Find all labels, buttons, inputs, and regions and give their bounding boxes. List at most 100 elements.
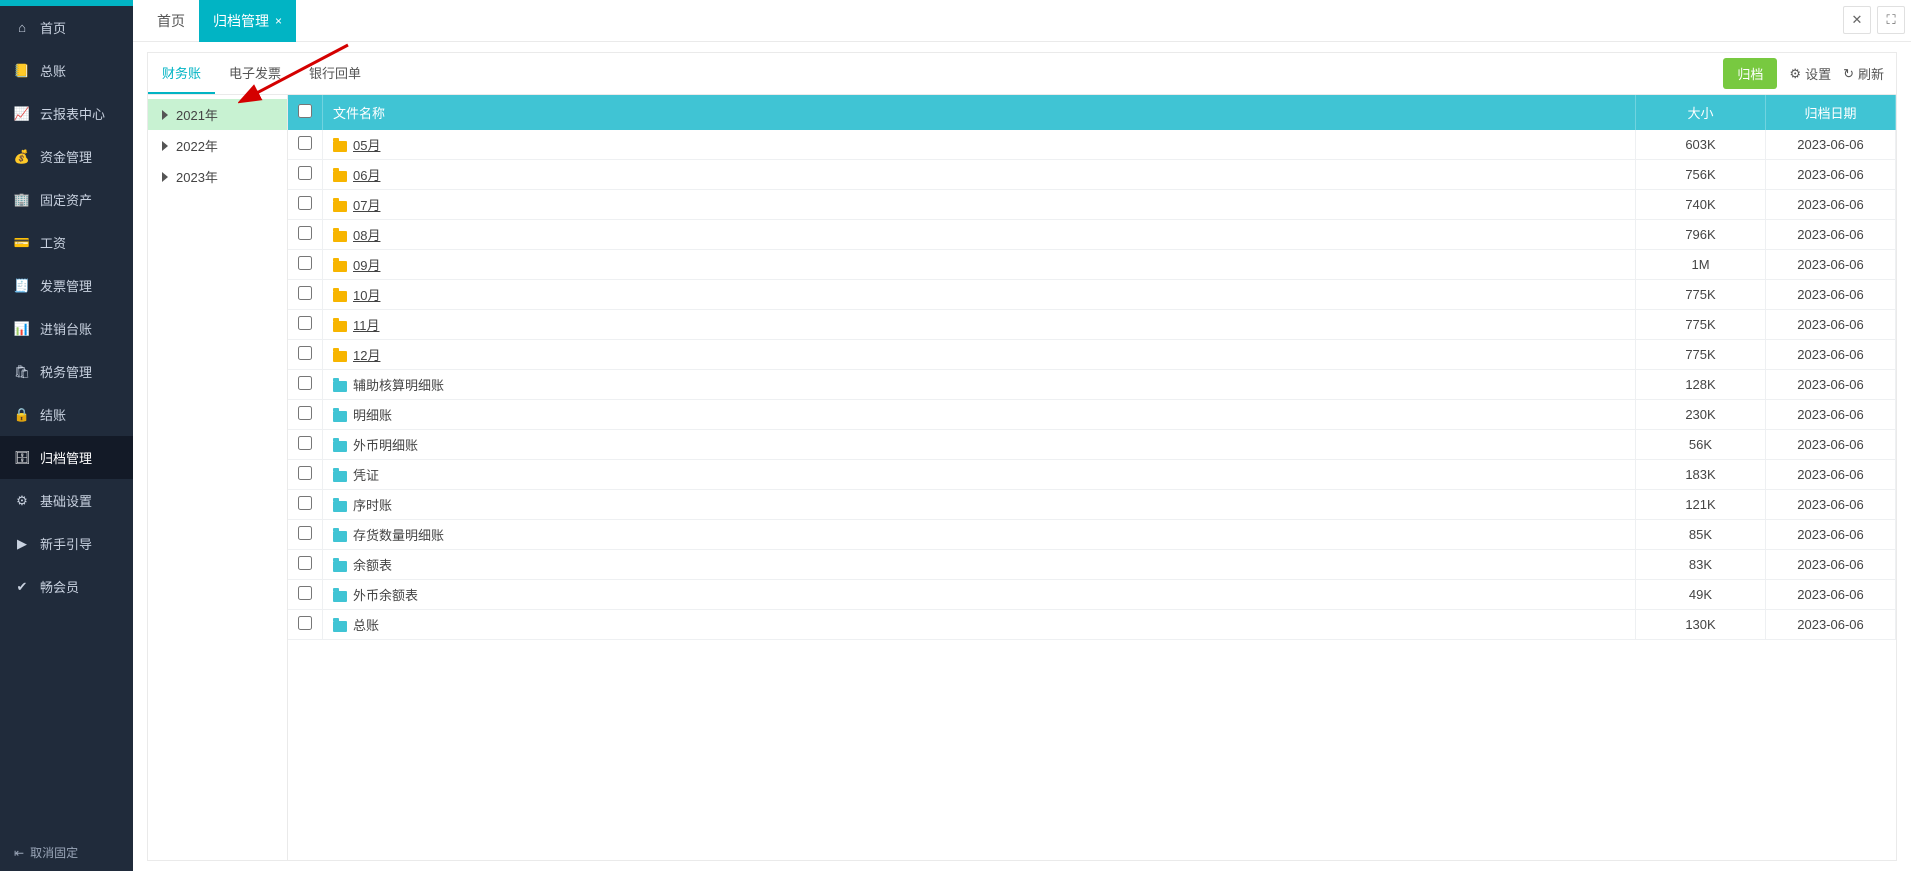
table-column: 文件名称大小归档日期05月603K2023-06-0606月756K2023-0…	[288, 95, 1896, 860]
file-table: 文件名称大小归档日期05月603K2023-06-0606月756K2023-0…	[288, 95, 1896, 640]
file-name[interactable]: 05月	[353, 138, 380, 153]
settings-link[interactable]: ⚙ 设置	[1789, 64, 1831, 83]
row-checkbox[interactable]	[298, 316, 312, 330]
file-name[interactable]: 凭证	[353, 468, 379, 483]
file-name[interactable]: 序时账	[353, 498, 392, 513]
sidebar-item-guide[interactable]: ▶新手引导	[0, 522, 133, 565]
file-name[interactable]: 06月	[353, 168, 380, 183]
sidebar-item-tax[interactable]: 🛍税务管理	[0, 350, 133, 393]
file-date: 2023-06-06	[1766, 400, 1896, 430]
row-checkbox[interactable]	[298, 346, 312, 360]
sidebar-item-label: 总账	[40, 61, 66, 80]
close-icon[interactable]: ×	[275, 14, 282, 28]
sidebar-item-inout[interactable]: 📊进销台账	[0, 307, 133, 350]
subtab[interactable]: 银行回单	[295, 53, 375, 94]
tree-item[interactable]: 2023年	[148, 161, 287, 192]
row-checkbox[interactable]	[298, 436, 312, 450]
archive-button[interactable]: 归档	[1723, 58, 1777, 89]
tree-item[interactable]: 2022年	[148, 130, 287, 161]
file-date: 2023-06-06	[1766, 310, 1896, 340]
file-size: 130K	[1636, 610, 1766, 640]
row-checkbox[interactable]	[298, 136, 312, 150]
sidebar-item-home[interactable]: ⌂首页	[0, 6, 133, 49]
folder-icon	[333, 231, 347, 242]
table-row: 10月775K2023-06-06	[288, 280, 1896, 310]
row-checkbox[interactable]	[298, 376, 312, 390]
file-size: 775K	[1636, 340, 1766, 370]
file-icon	[333, 471, 347, 482]
sidebar-pin-toggle[interactable]: ⇤ 取消固定	[0, 834, 133, 871]
file-name[interactable]: 07月	[353, 198, 380, 213]
tree-item[interactable]: 2021年	[148, 99, 287, 130]
file-size: 775K	[1636, 280, 1766, 310]
file-date: 2023-06-06	[1766, 460, 1896, 490]
file-size: 740K	[1636, 190, 1766, 220]
row-checkbox[interactable]	[298, 226, 312, 240]
sidebar-item-asset[interactable]: 🏢固定资产	[0, 178, 133, 221]
gear-icon: ⚙	[14, 493, 30, 509]
page-tab[interactable]: 首页	[143, 0, 199, 42]
folder-icon	[333, 261, 347, 272]
sidebar-item-ledger[interactable]: 📒 总账	[0, 49, 133, 92]
file-name[interactable]: 08月	[353, 228, 380, 243]
close-all-button[interactable]: ✕	[1843, 6, 1871, 34]
chart-icon: 📈	[14, 106, 30, 122]
file-name[interactable]: 明细账	[353, 408, 392, 423]
file-name[interactable]: 总账	[353, 618, 379, 633]
panel-header: 财务账电子发票银行回单 归档 ⚙ 设置 ↻ 刷新	[147, 52, 1897, 94]
row-checkbox[interactable]	[298, 586, 312, 600]
row-checkbox[interactable]	[298, 286, 312, 300]
fullscreen-button[interactable]: ⛶	[1877, 6, 1905, 34]
row-checkbox[interactable]	[298, 526, 312, 540]
sidebar-item-archive[interactable]: 🗄归档管理	[0, 436, 133, 479]
table-row: 余额表83K2023-06-06	[288, 550, 1896, 580]
archive-icon: 🗄	[14, 450, 30, 466]
member-icon: ✔	[14, 579, 30, 595]
file-name[interactable]: 09月	[353, 258, 380, 273]
file-icon	[333, 381, 347, 392]
ledger-icon: 📒	[14, 63, 30, 79]
file-name[interactable]: 10月	[353, 288, 380, 303]
sidebar-item-money[interactable]: 💰资金管理	[0, 135, 133, 178]
refresh-link[interactable]: ↻ 刷新	[1843, 64, 1884, 83]
row-checkbox[interactable]	[298, 196, 312, 210]
row-checkbox[interactable]	[298, 616, 312, 630]
row-checkbox[interactable]	[298, 466, 312, 480]
subtab[interactable]: 财务账	[148, 53, 215, 94]
row-checkbox[interactable]	[298, 556, 312, 570]
subtab[interactable]: 电子发票	[215, 53, 295, 94]
refresh-label: 刷新	[1858, 64, 1884, 83]
table-row: 07月 740K2023-06-06	[288, 190, 1896, 220]
page-tab-label: 首页	[157, 11, 185, 31]
select-all-checkbox[interactable]	[298, 104, 312, 118]
table-wrap: 文件名称大小归档日期05月603K2023-06-0606月756K2023-0…	[288, 95, 1896, 860]
sidebar-item-chart[interactable]: 📈云报表中心	[0, 92, 133, 135]
file-name[interactable]: 存货数量明细账	[353, 528, 444, 543]
file-name[interactable]: 外币余额表	[353, 588, 418, 603]
file-date: 2023-06-06	[1766, 370, 1896, 400]
top-actions: ✕ ⛶	[1843, 6, 1905, 34]
sidebar-item-invoice[interactable]: 🧾发票管理	[0, 264, 133, 307]
file-name[interactable]: 辅助核算明细账	[353, 378, 444, 393]
sidebar-item-member[interactable]: ✔畅会员	[0, 565, 133, 608]
sidebar-item-payroll[interactable]: 💳工资	[0, 221, 133, 264]
sidebar-item-label: 首页	[40, 18, 66, 37]
tree-column: 2021年2022年2023年	[148, 95, 288, 860]
payroll-icon: 💳	[14, 235, 30, 251]
page-tab[interactable]: 归档管理×	[199, 0, 296, 42]
sidebar-item-close-acct[interactable]: 🔒结账	[0, 393, 133, 436]
file-name[interactable]: 外币明细账	[353, 438, 418, 453]
sidebar-item-gear[interactable]: ⚙基础设置	[0, 479, 133, 522]
file-date: 2023-06-06	[1766, 190, 1896, 220]
file-size: 756K	[1636, 160, 1766, 190]
row-checkbox[interactable]	[298, 496, 312, 510]
file-name[interactable]: 11月	[353, 318, 380, 333]
file-name[interactable]: 12月	[353, 348, 380, 363]
content: 财务账电子发票银行回单 归档 ⚙ 设置 ↻ 刷新 2021年2022年2023年…	[133, 42, 1911, 871]
row-checkbox[interactable]	[298, 256, 312, 270]
file-name[interactable]: 余额表	[353, 558, 392, 573]
sidebar: ⌂首页 📒 总账 📈云报表中心💰资金管理🏢固定资产💳工资🧾发票管理📊进销台账🛍税务管理…	[0, 0, 133, 871]
table-row: 08月796K2023-06-06	[288, 220, 1896, 250]
row-checkbox[interactable]	[298, 166, 312, 180]
row-checkbox[interactable]	[298, 406, 312, 420]
